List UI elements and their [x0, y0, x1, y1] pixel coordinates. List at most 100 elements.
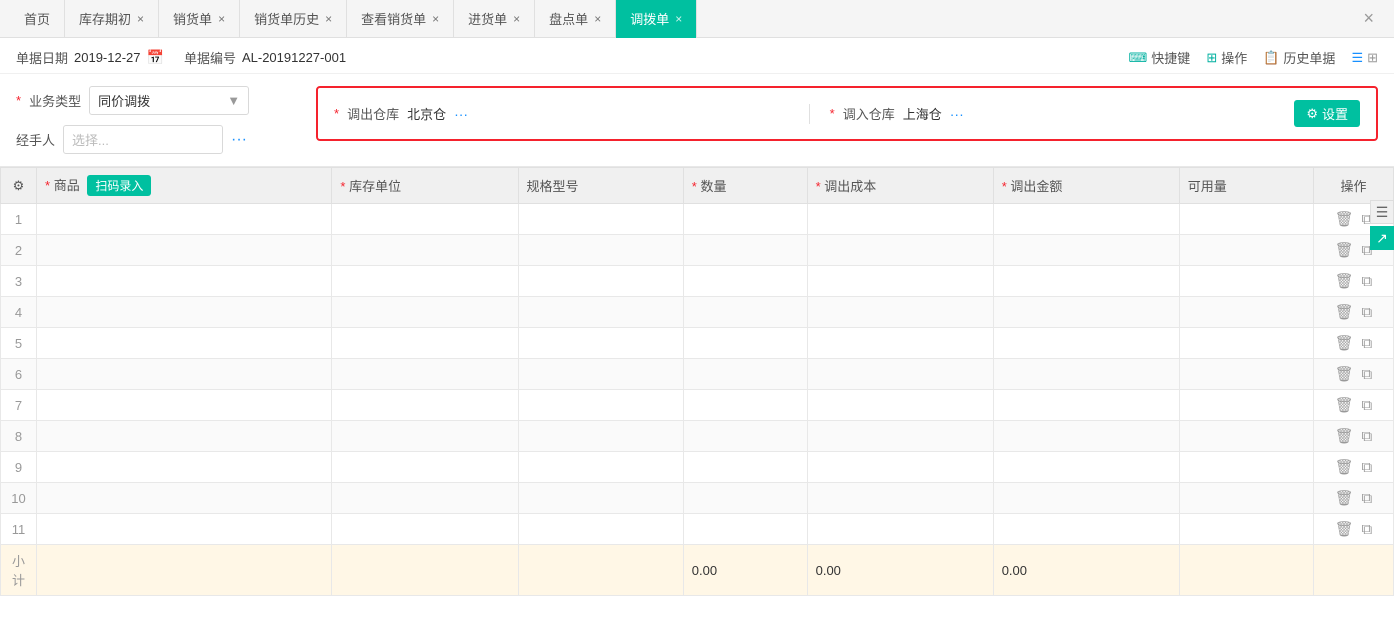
actions-action[interactable]: ⊞ 操作 [1206, 48, 1247, 67]
cell-unit[interactable] [332, 328, 518, 359]
cell-unit[interactable] [332, 514, 518, 545]
tab-home[interactable]: 首页 [10, 0, 65, 38]
cell-qty[interactable] [683, 328, 807, 359]
cell-unit[interactable] [332, 297, 518, 328]
sidebar-export-icon-btn[interactable]: ↗ [1370, 226, 1394, 250]
history-action[interactable]: 📋 历史单据 [1263, 48, 1335, 67]
cell-spec[interactable] [518, 235, 683, 266]
cell-unit[interactable] [332, 359, 518, 390]
layout-list-icon[interactable]: ☰ [1351, 50, 1363, 66]
scan-entry-button[interactable]: 扫码录入 [87, 175, 151, 196]
cell-available[interactable] [1179, 421, 1313, 452]
cell-spec[interactable] [518, 390, 683, 421]
tab-stock-init-close[interactable]: × [137, 12, 144, 26]
cell-cost[interactable] [807, 390, 993, 421]
cell-spec[interactable] [518, 421, 683, 452]
layout-grid-icon[interactable]: ⊞ [1367, 50, 1378, 66]
cell-available[interactable] [1179, 390, 1313, 421]
cell-cost[interactable] [807, 483, 993, 514]
cell-qty[interactable] [683, 483, 807, 514]
cell-available[interactable] [1179, 266, 1313, 297]
person-more-button[interactable]: ··· [231, 131, 247, 149]
tab-inventory-close[interactable]: × [594, 12, 601, 26]
cell-product[interactable] [37, 452, 332, 483]
cell-cost[interactable] [807, 235, 993, 266]
biz-type-select[interactable]: 同价调拨 ▼ [89, 86, 249, 115]
cell-unit[interactable] [332, 483, 518, 514]
tab-purchase[interactable]: 进货单 × [454, 0, 535, 38]
cell-available[interactable] [1179, 235, 1313, 266]
cell-product[interactable] [37, 328, 332, 359]
cell-spec[interactable] [518, 328, 683, 359]
cell-product[interactable] [37, 359, 332, 390]
cell-spec[interactable] [518, 483, 683, 514]
tab-view-sales[interactable]: 查看销货单 × [347, 0, 454, 38]
cell-spec[interactable] [518, 452, 683, 483]
cell-qty[interactable] [683, 514, 807, 545]
warehouse-out-more-button[interactable]: ··· [454, 106, 468, 122]
cell-spec[interactable] [518, 359, 683, 390]
warehouse-in-more-button[interactable]: ··· [950, 106, 964, 122]
cell-spec[interactable] [518, 204, 683, 235]
tab-purchase-close[interactable]: × [513, 12, 520, 26]
copy-icon[interactable]: ⧉ [1361, 490, 1372, 507]
copy-icon[interactable]: ⧉ [1361, 428, 1372, 445]
tab-sales-order-close[interactable]: × [218, 12, 225, 26]
cell-qty[interactable] [683, 297, 807, 328]
cell-cost[interactable] [807, 297, 993, 328]
cell-available[interactable] [1179, 483, 1313, 514]
cell-product[interactable] [37, 390, 332, 421]
tab-view-sales-close[interactable]: × [432, 12, 439, 26]
window-close-button[interactable]: × [1353, 8, 1384, 29]
tab-inventory[interactable]: 盘点单 × [535, 0, 616, 38]
copy-icon[interactable]: ⧉ [1361, 335, 1372, 352]
cell-product[interactable] [37, 204, 332, 235]
copy-icon[interactable]: ⧉ [1361, 397, 1372, 414]
cell-cost[interactable] [807, 359, 993, 390]
cell-spec[interactable] [518, 266, 683, 297]
cell-cost[interactable] [807, 421, 993, 452]
cell-product[interactable] [37, 297, 332, 328]
th-gear[interactable]: ⚙ [1, 168, 37, 204]
cell-amount[interactable] [993, 514, 1179, 545]
cell-amount[interactable] [993, 452, 1179, 483]
cell-unit[interactable] [332, 452, 518, 483]
copy-icon[interactable]: ⧉ [1361, 459, 1372, 476]
settings-button[interactable]: ⚙ 设置 [1294, 100, 1360, 127]
person-input[interactable]: 选择... [63, 125, 223, 154]
cell-amount[interactable] [993, 421, 1179, 452]
cell-qty[interactable] [683, 390, 807, 421]
delete-icon[interactable]: 🗑 [1335, 335, 1354, 352]
cell-spec[interactable] [518, 297, 683, 328]
cell-amount[interactable] [993, 359, 1179, 390]
cell-amount[interactable] [993, 204, 1179, 235]
cell-unit[interactable] [332, 266, 518, 297]
delete-icon[interactable]: 🗑 [1335, 366, 1354, 383]
cell-product[interactable] [37, 266, 332, 297]
cell-unit[interactable] [332, 421, 518, 452]
tab-sales-history-close[interactable]: × [325, 12, 332, 26]
delete-icon[interactable]: 🗑 [1335, 397, 1354, 414]
cell-amount[interactable] [993, 483, 1179, 514]
cell-available[interactable] [1179, 452, 1313, 483]
delete-icon[interactable]: 🗑 [1335, 490, 1354, 507]
tab-sales-history[interactable]: 销货单历史 × [240, 0, 347, 38]
calendar-icon[interactable]: 📅 [147, 49, 164, 66]
cell-available[interactable] [1179, 204, 1313, 235]
delete-icon[interactable]: 🗑 [1335, 211, 1354, 228]
delete-icon[interactable]: 🗑 [1335, 428, 1354, 445]
copy-icon[interactable]: ⧉ [1361, 273, 1372, 290]
delete-icon[interactable]: 🗑 [1335, 521, 1354, 538]
cell-unit[interactable] [332, 204, 518, 235]
cell-available[interactable] [1179, 514, 1313, 545]
cell-qty[interactable] [683, 204, 807, 235]
cell-product[interactable] [37, 421, 332, 452]
cell-unit[interactable] [332, 235, 518, 266]
cell-qty[interactable] [683, 421, 807, 452]
delete-icon[interactable]: 🗑 [1335, 459, 1354, 476]
cell-amount[interactable] [993, 297, 1179, 328]
tab-sales-order[interactable]: 销货单 × [159, 0, 240, 38]
cell-cost[interactable] [807, 514, 993, 545]
copy-icon[interactable]: ⧉ [1361, 304, 1372, 321]
cell-cost[interactable] [807, 328, 993, 359]
